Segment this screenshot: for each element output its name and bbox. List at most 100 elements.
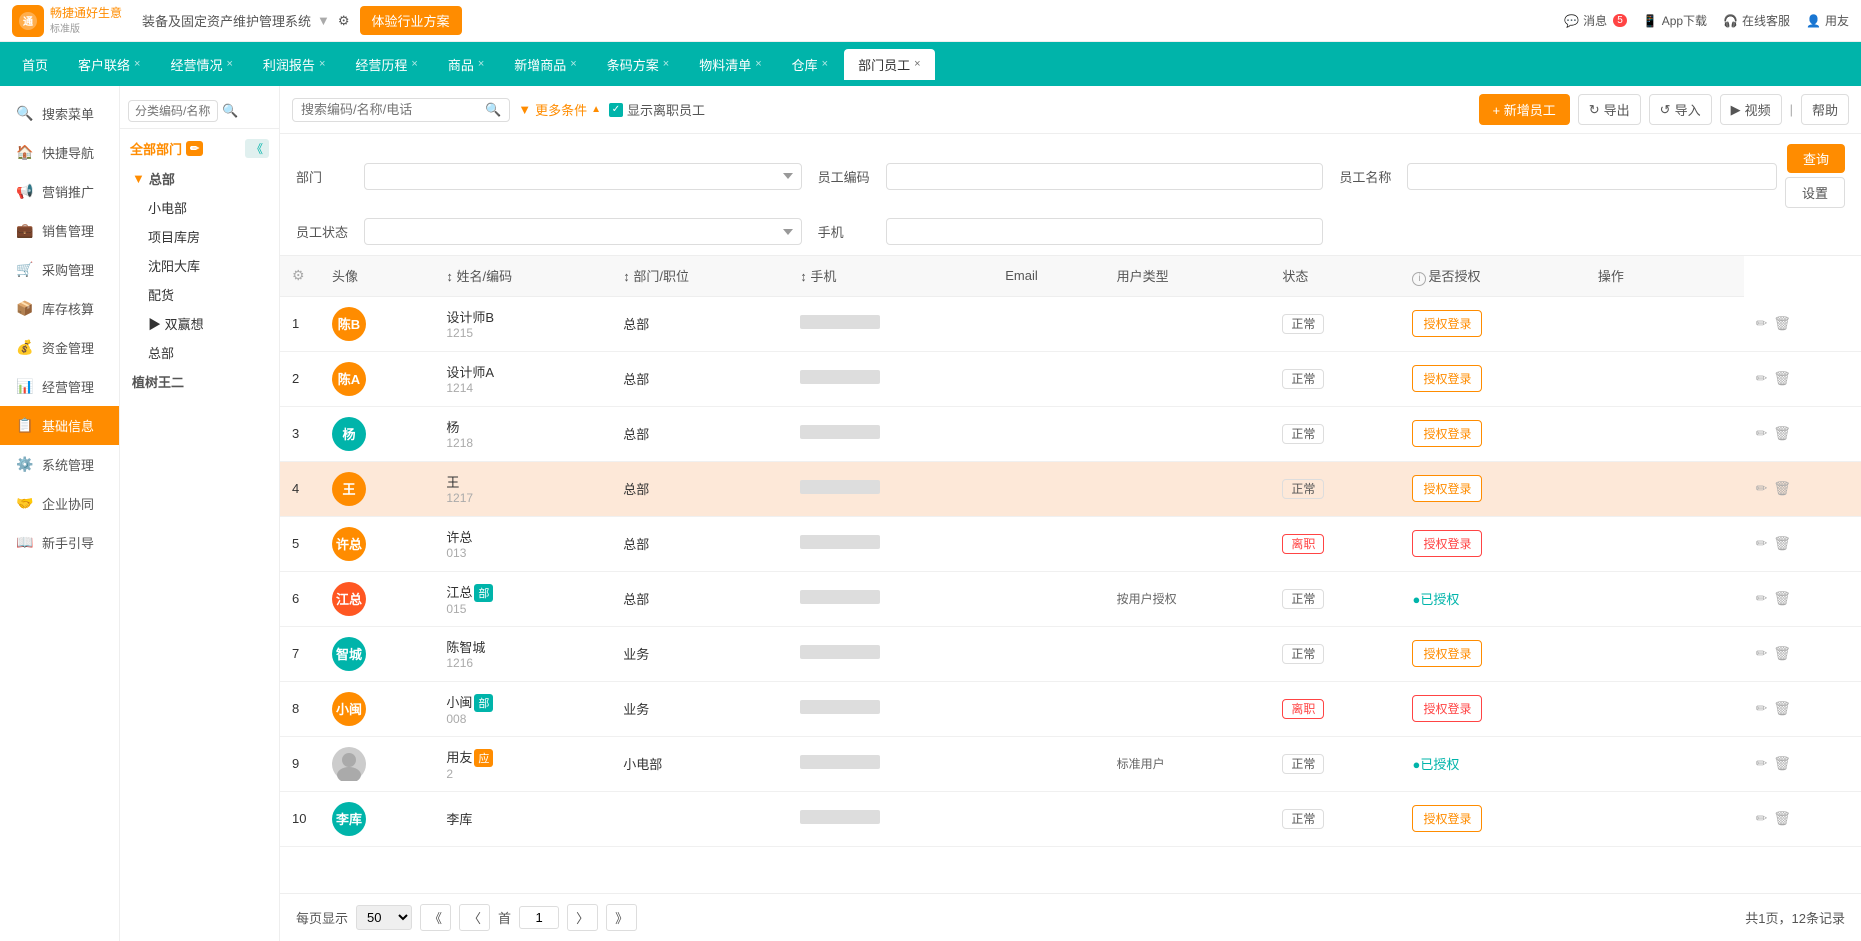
show-resigned-toggle[interactable]: ✓ 显示离职员工 (609, 100, 705, 119)
dept-node-zhishu[interactable]: 植树王二 (124, 367, 275, 396)
online-service-btn[interactable]: 🎧 在线客服 (1723, 12, 1790, 29)
col-name-code[interactable]: ↕ 姓名/编码 (434, 256, 611, 296)
delete-icon[interactable]: 🗑 (1773, 370, 1791, 387)
tab-close-icon[interactable]: × (478, 58, 484, 70)
tab-close-icon[interactable]: × (755, 58, 761, 70)
edit-icon[interactable]: ✏ (1756, 755, 1768, 772)
filter-dept-select[interactable] (364, 163, 802, 190)
edit-icon[interactable]: ✏ (1756, 810, 1768, 827)
search-input[interactable] (301, 102, 481, 117)
reset-btn[interactable]: 设置 (1785, 177, 1845, 208)
import-btn[interactable]: ↺ 导入 (1649, 94, 1712, 125)
dept-all-header[interactable]: 全部部门 ✏ 《 (120, 133, 279, 164)
nav-tab-物料清单[interactable]: 物料清单× (685, 49, 775, 80)
sidebar-item-purchase[interactable]: 🛒采购管理 (0, 250, 119, 289)
nav-tab-部门员工[interactable]: 部门员工× (844, 49, 934, 80)
dept-node-shuangyingxiang[interactable]: ▶ 双赢想 (140, 309, 275, 338)
nav-tab-新增商品[interactable]: 新增商品× (500, 49, 590, 80)
dept-search-input[interactable] (128, 100, 218, 122)
auth-login-btn[interactable]: 授权登录 (1412, 695, 1482, 722)
sidebar-item-basic-info[interactable]: 📋基础信息 (0, 406, 119, 445)
nav-tab-利润报告[interactable]: 利润报告× (249, 49, 339, 80)
dept-node-xiaodian[interactable]: 小电部 (140, 193, 275, 222)
help-btn[interactable]: 帮助 (1801, 94, 1849, 125)
resigned-checkbox[interactable]: ✓ (609, 103, 623, 117)
sidebar-item-inventory[interactable]: 📦库存核算 (0, 289, 119, 328)
auth-login-btn[interactable]: 授权登录 (1412, 365, 1482, 392)
delete-icon[interactable]: 🗑 (1773, 480, 1791, 497)
edit-icon[interactable]: ✏ (1756, 535, 1768, 552)
dept-node-zongbu[interactable]: 总部 (140, 338, 275, 367)
nav-tab-经营历程[interactable]: 经营历程× (341, 49, 431, 80)
dept-node-peihuo[interactable]: 配货 (140, 280, 275, 309)
sidebar-item-search-menu[interactable]: 🔍搜索菜单 (0, 94, 119, 133)
auth-login-btn[interactable]: 授权登录 (1412, 530, 1482, 557)
col-phone[interactable]: ↕ 手机 (788, 256, 993, 296)
edit-icon[interactable]: ✏ (1756, 480, 1768, 497)
auth-login-btn[interactable]: 授权登录 (1412, 805, 1482, 832)
app-download-btn[interactable]: 📱 App下载 (1643, 12, 1707, 29)
sidebar-item-finance[interactable]: 💰资金管理 (0, 328, 119, 367)
delete-icon[interactable]: 🗑 (1773, 810, 1791, 827)
delete-icon[interactable]: 🗑 (1773, 590, 1791, 607)
export-btn[interactable]: ↻ 导出 (1578, 94, 1641, 125)
next-page-btn[interactable]: 〉 (567, 904, 598, 931)
message-btn[interactable]: 💬 消息 5 (1564, 12, 1627, 29)
nav-tab-条码方案[interactable]: 条码方案× (593, 49, 683, 80)
last-page-btn[interactable]: 》 (606, 904, 637, 931)
tab-close-icon[interactable]: × (914, 58, 920, 70)
filter-phone-input[interactable] (886, 218, 1324, 245)
tab-close-icon[interactable]: × (319, 58, 325, 70)
add-employee-btn[interactable]: + 新增员工 (1479, 94, 1570, 125)
auth-login-btn[interactable]: 授权登录 (1412, 475, 1482, 502)
sidebar-item-system[interactable]: ⚙️系统管理 (0, 445, 119, 484)
col-settings[interactable]: ⚙ (280, 256, 320, 296)
search-btn[interactable]: 查询 (1787, 144, 1845, 173)
nav-tab-经营情况[interactable]: 经营情况× (156, 49, 246, 80)
filter-status-select[interactable] (364, 218, 802, 245)
nav-tab-首页[interactable]: 首页 (8, 49, 62, 80)
sidebar-item-sales[interactable]: 💼销售管理 (0, 211, 119, 250)
sidebar-item-ops[interactable]: 📊经营管理 (0, 367, 119, 406)
delete-icon[interactable]: 🗑 (1773, 700, 1791, 717)
nav-tab-仓库[interactable]: 仓库× (778, 49, 842, 80)
sidebar-item-corp[interactable]: 🤝企业协同 (0, 484, 119, 523)
dept-node-xiangmuku[interactable]: 项目库房 (140, 222, 275, 251)
edit-icon[interactable]: ✏ (1756, 645, 1768, 662)
nav-tab-商品[interactable]: 商品× (434, 49, 498, 80)
user-btn[interactable]: 👤 用友 (1806, 12, 1849, 29)
tab-close-icon[interactable]: × (822, 58, 828, 70)
auth-login-btn[interactable]: 授权登录 (1412, 420, 1482, 447)
first-page-btn[interactable]: 《 (420, 904, 451, 931)
sidebar-item-quick-nav[interactable]: 🏠快捷导航 (0, 133, 119, 172)
tab-close-icon[interactable]: × (411, 58, 417, 70)
dept-node-shenyangdaku[interactable]: 沈阳大库 (140, 251, 275, 280)
col-dept-position[interactable]: ↕ 部门/职位 (611, 256, 788, 296)
dept-node-zhongbu-toggle[interactable]: ▼ 总部 (124, 164, 275, 193)
edit-icon[interactable]: ✏ (1756, 370, 1768, 387)
edit-icon[interactable]: ✏ (1756, 425, 1768, 442)
tab-close-icon[interactable]: × (570, 58, 576, 70)
edit-icon[interactable]: ✏ (1756, 590, 1768, 607)
auth-login-btn[interactable]: 授权登录 (1412, 310, 1482, 337)
tab-close-icon[interactable]: × (226, 58, 232, 70)
delete-icon[interactable]: 🗑 (1773, 425, 1791, 442)
filter-empcode-input[interactable] (886, 163, 1324, 190)
page-input[interactable] (519, 906, 559, 929)
dept-edit-icon[interactable]: ✏ (186, 141, 203, 156)
prev-page-btn[interactable]: 〈 (459, 904, 490, 931)
delete-icon[interactable]: 🗑 (1773, 315, 1791, 332)
nav-tab-客户联络[interactable]: 客户联络× (64, 49, 154, 80)
tab-close-icon[interactable]: × (663, 58, 669, 70)
edit-icon[interactable]: ✏ (1756, 700, 1768, 717)
auth-login-btn[interactable]: 授权登录 (1412, 640, 1482, 667)
edit-icon[interactable]: ✏ (1756, 315, 1768, 332)
filter-empname-input[interactable] (1407, 163, 1777, 190)
trial-button[interactable]: 体验行业方案 (360, 6, 462, 35)
sidebar-item-marketing[interactable]: 📢营销推广 (0, 172, 119, 211)
delete-icon[interactable]: 🗑 (1773, 755, 1791, 772)
per-page-select[interactable]: 50 20 100 (356, 905, 412, 930)
more-conditions-btn[interactable]: ▼ 更多条件 ▲ (518, 100, 601, 119)
tab-close-icon[interactable]: × (134, 58, 140, 70)
delete-icon[interactable]: 🗑 (1773, 645, 1791, 662)
